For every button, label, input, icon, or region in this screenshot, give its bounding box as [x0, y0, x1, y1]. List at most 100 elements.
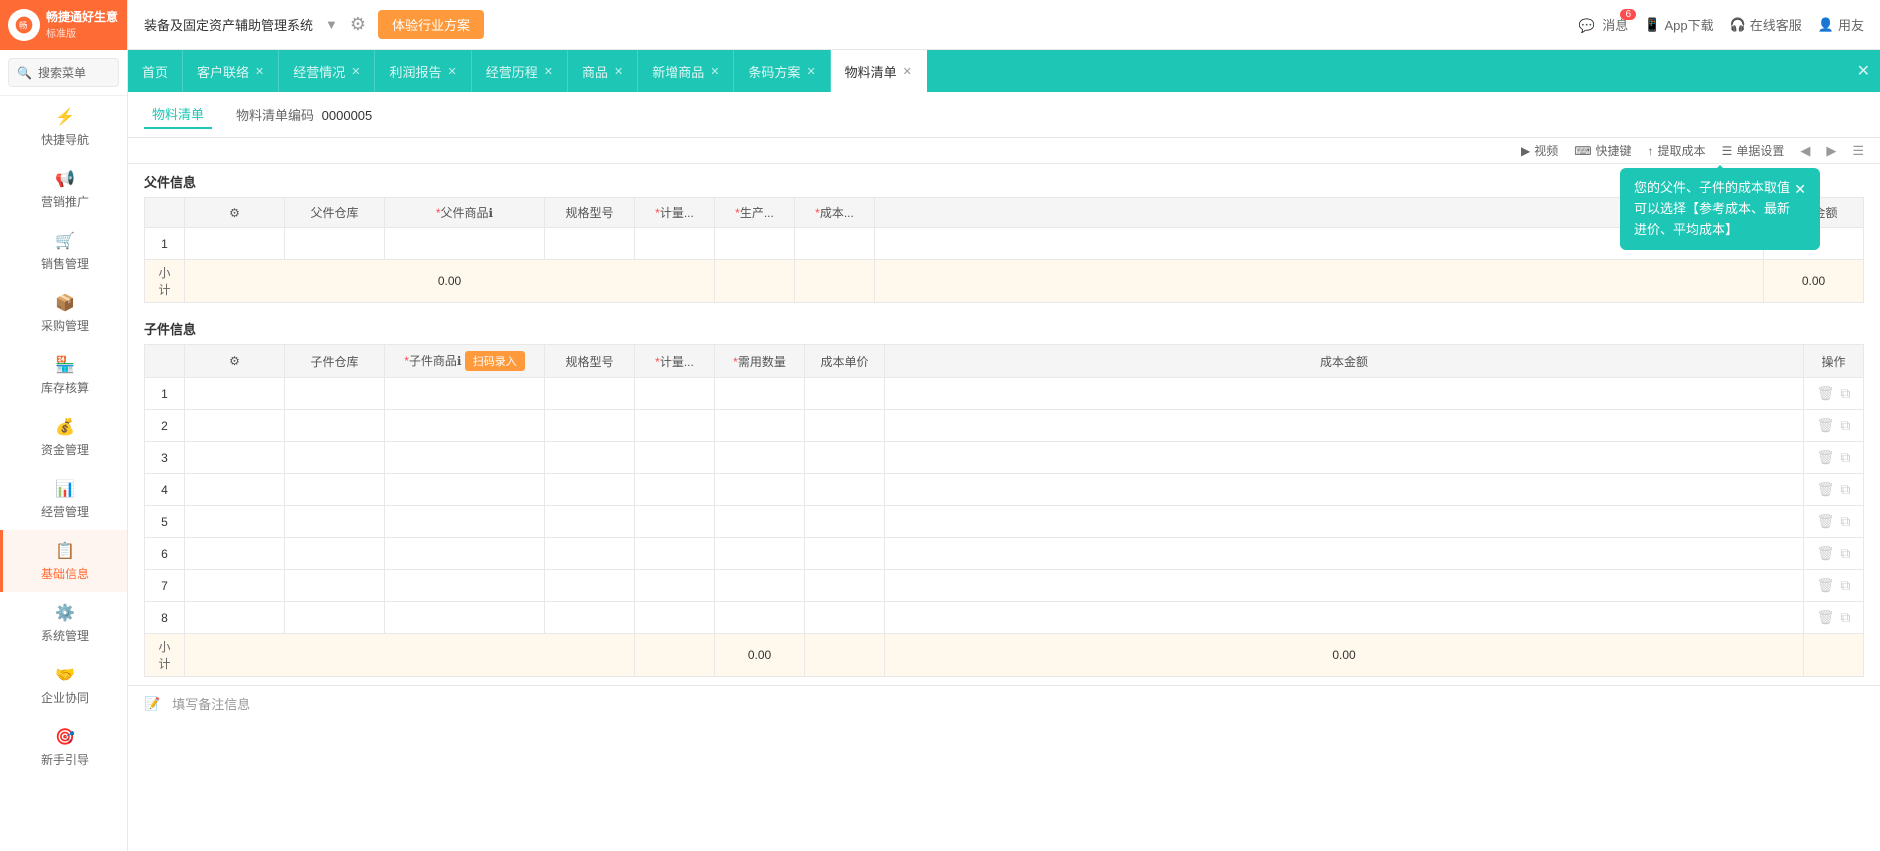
parent-cell-warehouse[interactable]	[285, 228, 385, 260]
child-cell-warehouse-5[interactable]	[285, 506, 385, 538]
toolbar-video[interactable]: ▶ 视频	[1521, 142, 1558, 159]
app-download-btn[interactable]: 📱 App下载	[1644, 15, 1713, 34]
child-cell-spec-6[interactable]	[545, 538, 635, 570]
child-cell-qty-6[interactable]	[715, 538, 805, 570]
copy-icon-6[interactable]: ⧉	[1840, 545, 1850, 562]
child-cell-qty-7[interactable]	[715, 570, 805, 602]
delete-icon-6[interactable]: 🗑	[1817, 545, 1835, 562]
delete-icon-4[interactable]: 🗑	[1817, 481, 1835, 498]
tab-customer[interactable]: 客户联络 ✕	[183, 50, 279, 92]
delete-icon-7[interactable]: 🗑	[1817, 577, 1835, 594]
child-cell-warehouse-2[interactable]	[285, 410, 385, 442]
sidebar-item-finance[interactable]: 💰 资金管理	[0, 406, 127, 468]
trial-button[interactable]: 体验行业方案	[378, 10, 484, 39]
tab-history[interactable]: 经营历程 ✕	[472, 50, 568, 92]
online-service-btn[interactable]: 🎧 在线客服	[1730, 15, 1802, 34]
child-cell-spec-1[interactable]	[545, 378, 635, 410]
toolbar-menu-icon[interactable]: ☰	[1852, 143, 1864, 159]
child-cell-unit-cost-3[interactable]	[805, 442, 885, 474]
sub-tab-bom-list[interactable]: 物料清单	[144, 100, 212, 129]
user-menu[interactable]: 👤 用友	[1818, 15, 1864, 34]
child-cell-warehouse-7[interactable]	[285, 570, 385, 602]
tab-operations-close[interactable]: ✕	[351, 65, 360, 78]
child-cell-warehouse-8[interactable]	[285, 602, 385, 634]
child-cell-product-7[interactable]	[385, 570, 545, 602]
child-cell-qty-5[interactable]	[715, 506, 805, 538]
delete-icon-2[interactable]: 🗑	[1817, 417, 1835, 434]
tooltip-close-btn[interactable]: ✕	[1794, 178, 1806, 200]
child-cell-product-6[interactable]	[385, 538, 545, 570]
child-cell-warehouse-3[interactable]	[285, 442, 385, 474]
child-cell-warehouse-4[interactable]	[285, 474, 385, 506]
child-cell-product-3[interactable]	[385, 442, 545, 474]
copy-icon-3[interactable]: ⧉	[1840, 449, 1850, 466]
tab-profit-close[interactable]: ✕	[448, 65, 457, 78]
child-cell-qty-3[interactable]	[715, 442, 805, 474]
child-cell-qty-1[interactable]	[715, 378, 805, 410]
child-cell-measure-7[interactable]	[635, 570, 715, 602]
child-cell-measure-4[interactable]	[635, 474, 715, 506]
copy-icon-4[interactable]: ⧉	[1840, 481, 1850, 498]
child-th-settings[interactable]: ⚙	[185, 345, 285, 378]
parent-cell-product[interactable]	[385, 228, 545, 260]
tab-operations[interactable]: 经营情况 ✕	[279, 50, 375, 92]
parent-th-settings[interactable]: ⚙	[185, 198, 285, 228]
copy-icon-7[interactable]: ⧉	[1840, 577, 1850, 594]
child-cell-unit-cost-2[interactable]	[805, 410, 885, 442]
tab-goods[interactable]: 商品 ✕	[568, 50, 638, 92]
delete-icon-5[interactable]: 🗑	[1817, 513, 1835, 530]
child-cell-unit-cost-5[interactable]	[805, 506, 885, 538]
delete-icon-1[interactable]: 🗑	[1817, 385, 1835, 402]
toolbar-extract-cost[interactable]: ↑ 提取成本	[1648, 142, 1706, 159]
child-cell-unit-cost-8[interactable]	[805, 602, 885, 634]
tab-new-goods[interactable]: 新增商品 ✕	[638, 50, 734, 92]
sidebar-item-purchase[interactable]: 📦 采购管理	[0, 282, 127, 344]
scan-input-btn[interactable]: 扫码录入	[465, 351, 525, 371]
delete-icon-8[interactable]: 🗑	[1817, 609, 1835, 626]
child-cell-unit-cost-4[interactable]	[805, 474, 885, 506]
child-cell-unit-cost-6[interactable]	[805, 538, 885, 570]
child-cell-warehouse-6[interactable]	[285, 538, 385, 570]
child-cell-spec-2[interactable]	[545, 410, 635, 442]
child-cell-measure-5[interactable]	[635, 506, 715, 538]
toolbar-arrow-right[interactable]: ▶	[1826, 143, 1836, 159]
child-cell-product-2[interactable]	[385, 410, 545, 442]
child-cell-spec-5[interactable]	[545, 506, 635, 538]
child-cell-qty-2[interactable]	[715, 410, 805, 442]
copy-icon-2[interactable]: ⧉	[1840, 417, 1850, 434]
child-cell-qty-8[interactable]	[715, 602, 805, 634]
child-cell-product-1[interactable]	[385, 378, 545, 410]
sidebar-item-guide[interactable]: 🎯 新手引导	[0, 716, 127, 778]
child-cell-warehouse-1[interactable]	[285, 378, 385, 410]
toolbar-arrow-left[interactable]: ◀	[1800, 143, 1810, 159]
parent-cell-cost[interactable]	[795, 228, 875, 260]
tab-profit[interactable]: 利润报告 ✕	[375, 50, 471, 92]
tab-bom-close[interactable]: ✕	[903, 65, 912, 78]
child-cell-qty-4[interactable]	[715, 474, 805, 506]
copy-icon-5[interactable]: ⧉	[1840, 513, 1850, 530]
tab-history-close[interactable]: ✕	[544, 65, 553, 78]
child-cell-unit-cost-7[interactable]	[805, 570, 885, 602]
child-cell-spec-7[interactable]	[545, 570, 635, 602]
child-cell-measure-6[interactable]	[635, 538, 715, 570]
toolbar-single-settings[interactable]: ☰ 单据设置	[1722, 142, 1785, 159]
delete-icon-3[interactable]: 🗑	[1817, 449, 1835, 466]
child-cell-product-8[interactable]	[385, 602, 545, 634]
child-cell-measure-1[interactable]	[635, 378, 715, 410]
child-cell-unit-cost-1[interactable]	[805, 378, 885, 410]
sidebar-item-sales[interactable]: 🛒 销售管理	[0, 220, 127, 282]
child-cell-spec-4[interactable]	[545, 474, 635, 506]
child-cell-spec-8[interactable]	[545, 602, 635, 634]
parent-cell-measure[interactable]	[635, 228, 715, 260]
sidebar-item-operations[interactable]: 📊 经营管理	[0, 468, 127, 530]
message-badge-container[interactable]: 💬 6 消息	[1578, 15, 1628, 34]
sidebar-item-quick-nav[interactable]: ⚡ 快捷导航	[0, 96, 127, 158]
parent-cell-spec[interactable]	[545, 228, 635, 260]
settings-icon[interactable]: ⚙	[350, 14, 366, 35]
child-cell-product-5[interactable]	[385, 506, 545, 538]
sidebar-item-system[interactable]: ⚙️ 系统管理	[0, 592, 127, 654]
tab-barcode-close[interactable]: ✕	[806, 65, 815, 78]
child-cell-spec-3[interactable]	[545, 442, 635, 474]
tab-home[interactable]: 首页	[128, 50, 183, 92]
tab-barcode[interactable]: 条码方案 ✕	[734, 50, 830, 92]
